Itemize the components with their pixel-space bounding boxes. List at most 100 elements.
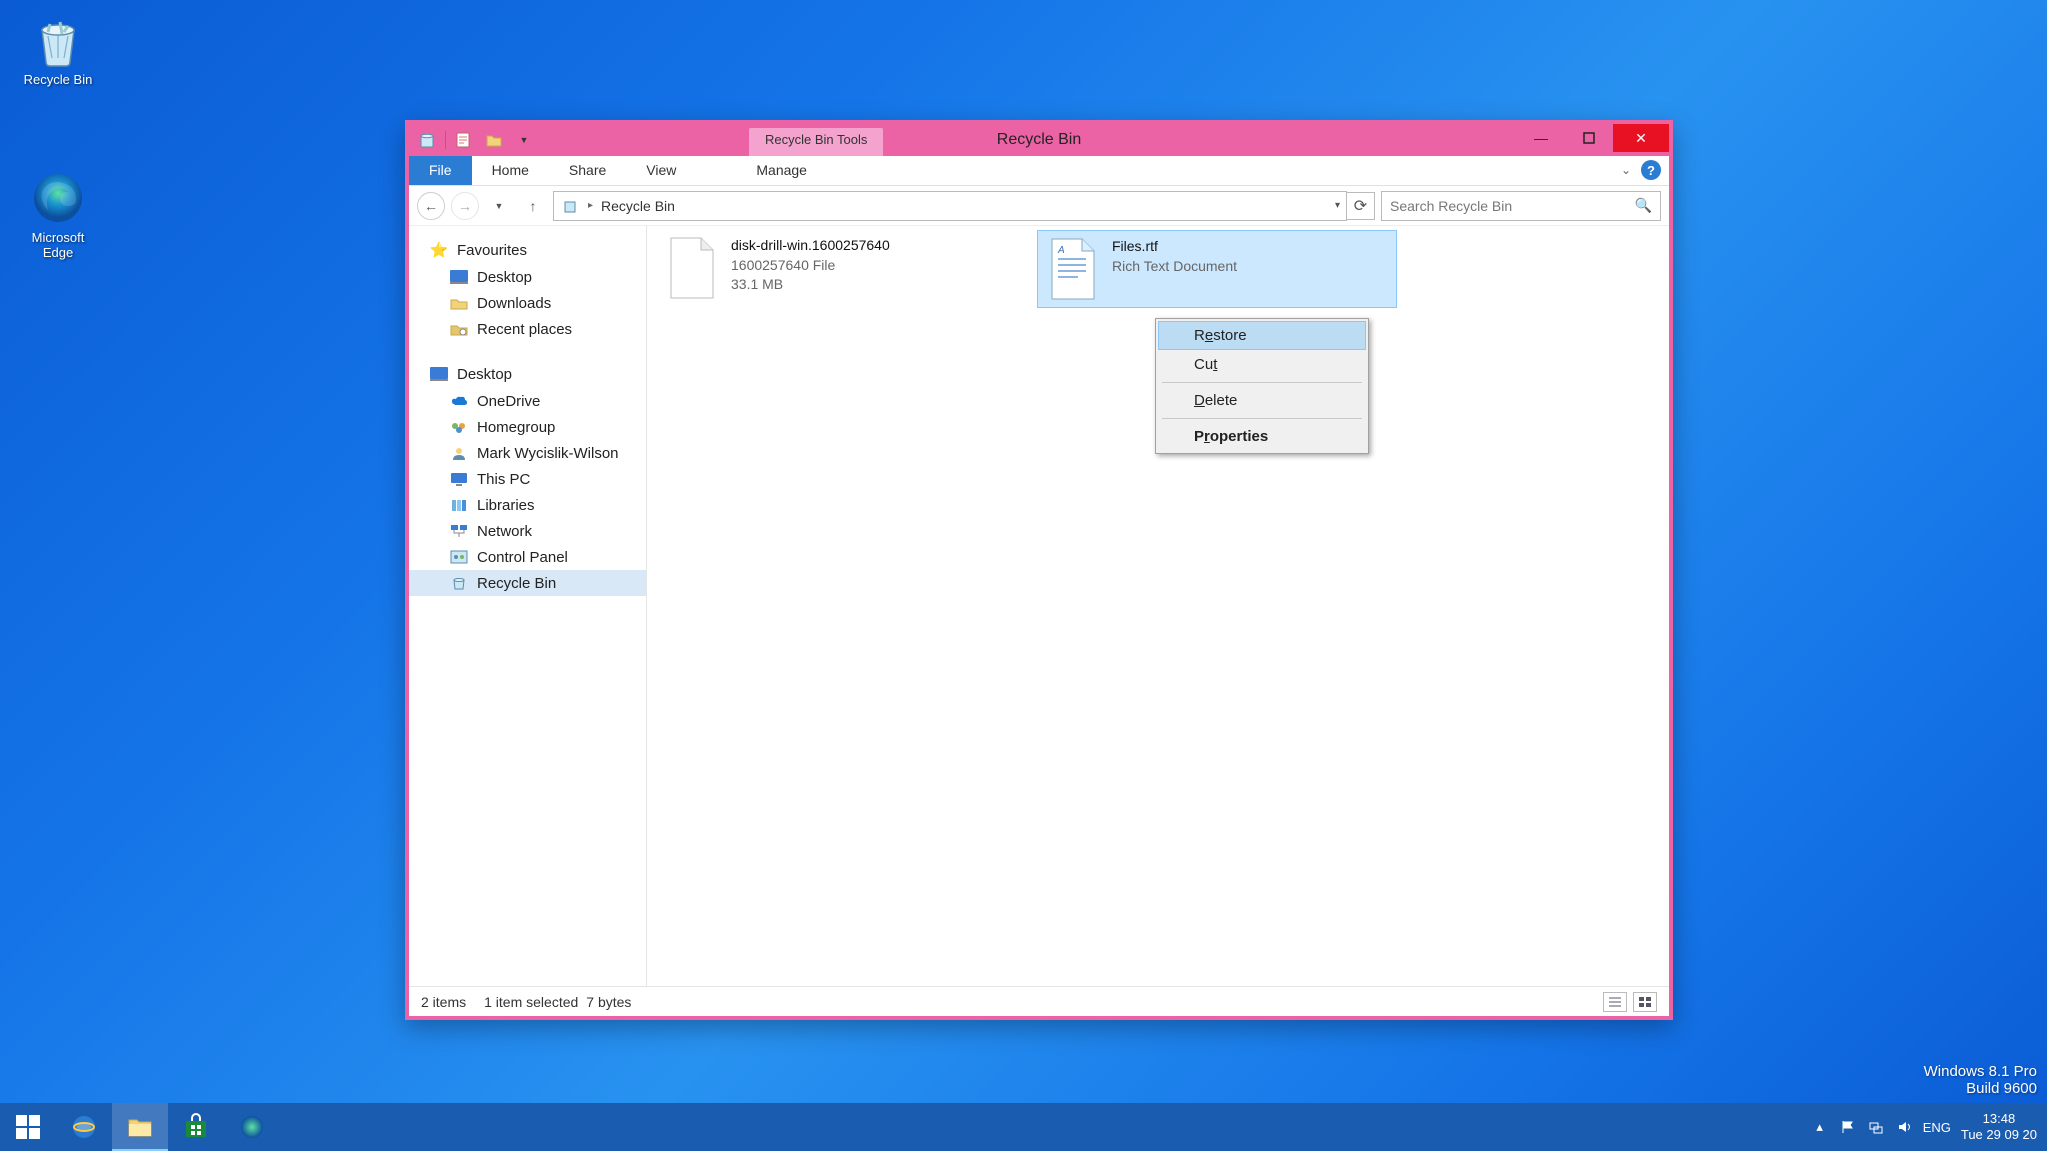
- desktop-icon-edge[interactable]: Microsoft Edge: [18, 170, 98, 260]
- recycle-bin-icon: [30, 12, 86, 68]
- nav-item-downloads[interactable]: Downloads: [409, 290, 646, 316]
- recycle-bin-icon: [449, 573, 469, 593]
- recycle-bin-small-icon: [560, 196, 580, 216]
- generic-file-icon: [663, 236, 719, 300]
- file-name: Files.rtf: [1112, 237, 1237, 257]
- search-placeholder: Search Recycle Bin: [1390, 198, 1512, 214]
- menu-item-cut[interactable]: Cut: [1158, 350, 1366, 379]
- nav-group-desktop[interactable]: Desktop: [409, 360, 646, 388]
- ribbon-tab-file[interactable]: File: [409, 156, 472, 185]
- titlebar[interactable]: ▼ Recycle Bin Tools Recycle Bin — ✕: [409, 124, 1669, 156]
- search-icon: 🔍: [1635, 197, 1652, 214]
- file-type: 1600257640 File: [731, 256, 890, 276]
- address-bar[interactable]: ▸ Recycle Bin ▾: [553, 191, 1347, 221]
- downloads-icon: [449, 293, 469, 313]
- ribbon-tab-view[interactable]: View: [626, 156, 696, 185]
- nav-group-favourites[interactable]: ⭐ Favourites: [409, 236, 646, 264]
- nav-item-network[interactable]: Network: [409, 518, 646, 544]
- file-type: Rich Text Document: [1112, 257, 1237, 277]
- status-selection: 1 item selected: [484, 994, 578, 1010]
- close-button[interactable]: ✕: [1613, 124, 1669, 152]
- desktop-icon-label: Microsoft Edge: [18, 230, 98, 260]
- breadcrumb-separator-icon: ▸: [588, 200, 593, 211]
- recycle-bin-small-icon[interactable]: [415, 128, 439, 152]
- breadcrumb-location[interactable]: Recycle Bin: [601, 198, 675, 214]
- star-icon: ⭐: [429, 240, 449, 260]
- edge-icon: [30, 170, 86, 226]
- qat-dropdown-icon[interactable]: ▼: [512, 128, 536, 152]
- menu-item-restore[interactable]: Restore: [1158, 321, 1366, 350]
- nav-item-this-pc[interactable]: This PC: [409, 466, 646, 492]
- recent-places-icon: [449, 319, 469, 339]
- taskbar-store[interactable]: [168, 1103, 224, 1151]
- window-title: Recycle Bin: [997, 124, 1081, 156]
- ribbon-expand-icon[interactable]: ⌄: [1621, 163, 1631, 177]
- menu-separator: [1162, 382, 1362, 383]
- nav-item-onedrive[interactable]: OneDrive: [409, 388, 646, 414]
- help-icon[interactable]: ?: [1641, 160, 1661, 180]
- menu-item-delete[interactable]: Delete: [1158, 386, 1366, 415]
- network-icon: [449, 521, 469, 541]
- refresh-button[interactable]: ⟳: [1347, 192, 1375, 220]
- file-item[interactable]: disk-drill-win.1600257640 1600257640 Fil…: [657, 230, 1017, 306]
- menu-item-properties[interactable]: Properties: [1158, 422, 1366, 451]
- rtf-file-icon: A: [1044, 237, 1100, 301]
- desktop-icon-label: Recycle Bin: [18, 72, 98, 87]
- ribbon-tab-manage[interactable]: Manage: [736, 156, 827, 185]
- tray-clock[interactable]: 13:48 Tue 29 09 20: [1961, 1111, 2037, 1142]
- taskbar-explorer[interactable]: [112, 1103, 168, 1151]
- onedrive-icon: [449, 391, 469, 411]
- ribbon-tab-share[interactable]: Share: [549, 156, 626, 185]
- new-folder-icon[interactable]: [482, 128, 506, 152]
- maximize-button[interactable]: [1565, 124, 1613, 152]
- menu-separator: [1162, 418, 1362, 419]
- taskbar-ie[interactable]: [56, 1103, 112, 1151]
- view-icons-button[interactable]: [1633, 992, 1657, 1012]
- desktop-icon: [429, 364, 449, 384]
- volume-icon[interactable]: [1895, 1118, 1913, 1136]
- navigation-pane: ⭐ Favourites Desktop Downloads Recent pl…: [409, 226, 647, 986]
- desktop-icon: [449, 267, 469, 287]
- tray-overflow-icon[interactable]: ▴: [1811, 1118, 1829, 1136]
- nav-item-libraries[interactable]: Libraries: [409, 492, 646, 518]
- file-size: 33.1 MB: [731, 275, 890, 295]
- taskbar: ▴ ENG 13:48 Tue 29 09 20: [0, 1103, 2047, 1151]
- nav-item-user[interactable]: Mark Wycislik-Wilson: [409, 440, 646, 466]
- desktop-icon-recycle-bin[interactable]: Recycle Bin: [18, 12, 98, 87]
- system-tray: ▴ ENG 13:48 Tue 29 09 20: [1811, 1111, 2047, 1142]
- ribbon-tabs: File Home Share View Manage ⌄ ?: [409, 156, 1669, 186]
- nav-item-recycle-bin[interactable]: Recycle Bin: [409, 570, 646, 596]
- user-icon: [449, 443, 469, 463]
- flag-icon[interactable]: [1839, 1118, 1857, 1136]
- nav-item-recent-places[interactable]: Recent places: [409, 316, 646, 342]
- homegroup-icon: [449, 417, 469, 437]
- view-details-button[interactable]: [1603, 992, 1627, 1012]
- file-item-selected[interactable]: A Files.rtf Rich Text Document: [1037, 230, 1397, 308]
- back-button[interactable]: ←: [417, 192, 445, 220]
- status-count: 2 items: [421, 994, 466, 1010]
- forward-button[interactable]: →: [451, 192, 479, 220]
- recent-locations-dropdown[interactable]: ▼: [485, 192, 513, 220]
- control-panel-icon: [449, 547, 469, 567]
- nav-item-homegroup[interactable]: Homegroup: [409, 414, 646, 440]
- contextual-tool-tab[interactable]: Recycle Bin Tools: [749, 128, 883, 156]
- start-button[interactable]: [0, 1103, 56, 1151]
- status-size: 7 bytes: [586, 994, 631, 1010]
- properties-icon[interactable]: [452, 128, 476, 152]
- libraries-icon: [449, 495, 469, 515]
- explorer-window: ▼ Recycle Bin Tools Recycle Bin — ✕ File…: [405, 120, 1673, 1020]
- navigation-bar: ← → ▼ ↑ ▸ Recycle Bin ▾ ⟳ Search Recycle…: [409, 186, 1669, 226]
- tray-language[interactable]: ENG: [1923, 1120, 1951, 1135]
- nav-item-desktop[interactable]: Desktop: [409, 264, 646, 290]
- file-name: disk-drill-win.1600257640: [731, 236, 890, 256]
- taskbar-edge[interactable]: [224, 1103, 280, 1151]
- windows-watermark: Windows 8.1 Pro Build 9600: [1924, 1063, 2037, 1097]
- ribbon-tab-home[interactable]: Home: [472, 156, 549, 185]
- up-button[interactable]: ↑: [519, 192, 547, 220]
- context-menu: Restore Cut Delete Properties: [1155, 318, 1369, 454]
- nav-item-control-panel[interactable]: Control Panel: [409, 544, 646, 570]
- network-tray-icon[interactable]: [1867, 1118, 1885, 1136]
- search-input[interactable]: Search Recycle Bin 🔍: [1381, 191, 1661, 221]
- minimize-button[interactable]: —: [1517, 124, 1565, 152]
- address-dropdown-icon[interactable]: ▾: [1335, 200, 1340, 211]
